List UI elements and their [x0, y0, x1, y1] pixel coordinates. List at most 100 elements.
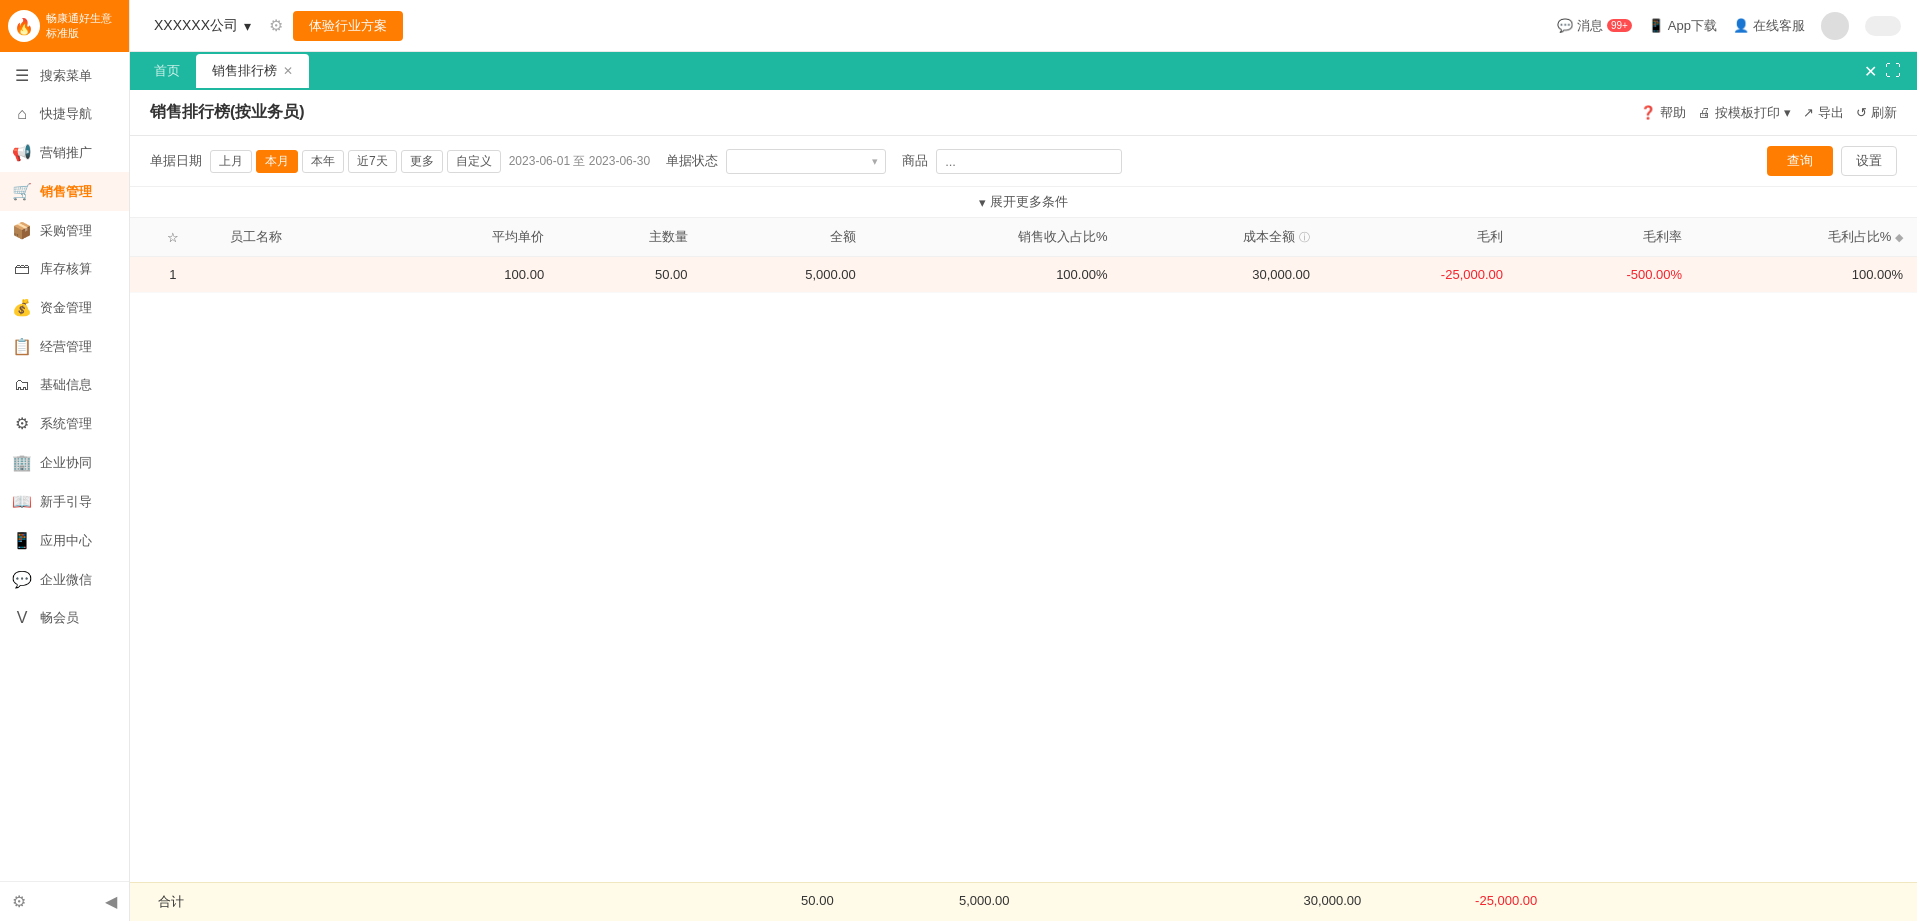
- sidebar-icon-member: V: [12, 609, 32, 627]
- sidebar-item-shortcut[interactable]: ⌂ 快捷导航: [0, 95, 129, 133]
- sidebar-label-inventory: 库存核算: [40, 260, 92, 278]
- page-header: 销售排行榜(按业务员) ❓ 帮助 🖨 按模板打印 ▾ ↗ 导出: [130, 90, 1917, 136]
- template-print-button[interactable]: 🖨 按模板打印 ▾: [1698, 104, 1791, 122]
- sidebar-item-purchase[interactable]: 📦采购管理: [0, 211, 129, 250]
- status-filter-group: 单据状态: [666, 149, 886, 174]
- sidebar-label-wechat: 企业微信: [40, 571, 92, 589]
- status-select[interactable]: [726, 149, 886, 174]
- footer-amount: 5,000.00: [959, 893, 1010, 908]
- date-btn-last_month[interactable]: 上月: [210, 150, 252, 173]
- sidebar-label-marketing: 营销推广: [40, 144, 92, 162]
- date-btn-this_year[interactable]: 本年: [302, 150, 344, 173]
- sidebar-item-member[interactable]: V畅会员: [0, 599, 129, 637]
- avatar[interactable]: [1821, 12, 1849, 40]
- cell-avg-price: 100.00: [387, 257, 558, 293]
- sidebar-item-wechat[interactable]: 💬企业微信: [0, 560, 129, 599]
- sidebar-icon-finance: 💰: [12, 298, 32, 317]
- tab-label-sales_rank: 销售排行榜: [212, 62, 277, 80]
- footer-qty: 50.00: [801, 893, 834, 908]
- window-close-icon[interactable]: ✕: [1864, 62, 1877, 81]
- message-icon: 💬: [1557, 18, 1573, 33]
- footer-qty-cell: 50.00: [672, 893, 848, 911]
- sidebar-item-search[interactable]: ☰搜索菜单: [0, 56, 129, 95]
- sidebar-item-guide[interactable]: 📖 新手引导: [0, 482, 129, 521]
- footer-profitpct-cell: [1727, 893, 1903, 911]
- online-service-button[interactable]: 👤 在线客服: [1733, 17, 1805, 35]
- settings-button[interactable]: 设置: [1841, 146, 1897, 176]
- cell-amount: 5,000.00: [702, 257, 870, 293]
- th-name: 员工名称: [216, 218, 387, 257]
- refresh-icon: ↺: [1856, 105, 1867, 120]
- topbar-right: 💬 消息 99+ 📱 App下载 👤 在线客服: [1557, 12, 1901, 40]
- sidebar-icon-system: ⚙: [12, 414, 32, 433]
- th-profit-rate: 毛利率: [1517, 218, 1696, 257]
- query-button[interactable]: 查询: [1767, 146, 1833, 176]
- date-btn-custom[interactable]: 自定义: [447, 150, 501, 173]
- sidebar-settings-icon[interactable]: ⚙: [12, 892, 26, 911]
- footer-rate-cell: [1551, 893, 1727, 911]
- expand-icon: ▾: [979, 195, 986, 210]
- footer-profit-cell: -25,000.00: [1375, 893, 1551, 911]
- footer-pct-cell: [1024, 893, 1200, 911]
- message-badge: 99+: [1607, 19, 1632, 32]
- sidebar-label-guide: 新手引导: [40, 493, 92, 511]
- sidebar-item-enterprise[interactable]: 🏢企业协同: [0, 443, 129, 482]
- sidebar-item-sales[interactable]: 🛒销售管理: [0, 172, 129, 211]
- tab-close-sales_rank[interactable]: ✕: [283, 64, 293, 78]
- footer-label-cell: 合计: [144, 893, 320, 911]
- app-download-button[interactable]: 📱 App下载: [1648, 17, 1717, 35]
- th-amount: 全额: [702, 218, 870, 257]
- print-icon: 🖨: [1698, 105, 1711, 120]
- tab-home[interactable]: 首页: [138, 54, 196, 88]
- sidebar-collapse-icon[interactable]: ◀: [105, 892, 117, 911]
- company-name: XXXXXX公司: [154, 17, 238, 35]
- sidebar-item-basicinfo[interactable]: 🗂基础信息: [0, 366, 129, 404]
- status-select-wrapper: [726, 149, 886, 174]
- tab-sales_rank[interactable]: 销售排行榜 ✕: [196, 54, 309, 88]
- date-btn-more[interactable]: 更多: [401, 150, 443, 173]
- chevron-down-icon: ▾: [244, 18, 251, 34]
- sidebar-item-finance[interactable]: 💰资金管理: [0, 288, 129, 327]
- sidebar-item-inventory[interactable]: 🗃库存核算: [0, 250, 129, 288]
- sidebar-icon-shortcut: ⌂: [12, 105, 32, 123]
- sidebar-label-apps: 应用中心: [40, 532, 92, 550]
- date-btn-last7[interactable]: 近7天: [348, 150, 397, 173]
- date-buttons: 上月本月本年近7天更多自定义: [210, 150, 501, 173]
- app-download-label: App下载: [1668, 17, 1717, 35]
- date-range: 2023-06-01 至 2023-06-30: [509, 153, 650, 170]
- goods-label: 商品: [902, 152, 928, 170]
- date-btn-this_month[interactable]: 本月: [256, 150, 298, 173]
- footer-cost-cell: 30,000.00: [1199, 893, 1375, 911]
- sidebar-icon-guide: 📖: [12, 492, 32, 511]
- sidebar-icon-sales: 🛒: [12, 182, 32, 201]
- window-expand-icon[interactable]: ⛶: [1885, 62, 1901, 81]
- company-selector[interactable]: XXXXXX公司 ▾: [146, 13, 259, 39]
- sidebar-label-operations: 经营管理: [40, 338, 92, 356]
- content: 销售排行榜(按业务员) ❓ 帮助 🖨 按模板打印 ▾ ↗ 导出: [130, 90, 1917, 921]
- refresh-button[interactable]: ↺ 刷新: [1856, 104, 1897, 122]
- sidebar-item-system[interactable]: ⚙系统管理: [0, 404, 129, 443]
- goods-input[interactable]: [936, 149, 1122, 174]
- sidebar-menu: ☰搜索菜单 ⌂ 快捷导航 📢营销推广🛒销售管理📦采购管理🗃库存核算💰资金管理📋经营管理…: [0, 52, 129, 881]
- trial-button[interactable]: 体验行业方案: [293, 11, 403, 41]
- footer-label: 合计: [158, 894, 184, 909]
- sidebar-item-operations[interactable]: 📋经营管理: [0, 327, 129, 366]
- help-button[interactable]: ❓ 帮助: [1640, 104, 1686, 122]
- tab-label-home: 首页: [154, 62, 180, 80]
- sidebar-item-marketing[interactable]: 📢营销推广: [0, 133, 129, 172]
- message-button[interactable]: 💬 消息 99+: [1557, 17, 1632, 35]
- th-qty: 主数量: [558, 218, 701, 257]
- cell-sales-pct: 100.00%: [870, 257, 1122, 293]
- cell-profit-rate: -500.00%: [1517, 257, 1696, 293]
- th-cost: 成本全额 ⓘ: [1121, 218, 1324, 257]
- sidebar-item-apps[interactable]: 📱应用中心: [0, 521, 129, 560]
- sidebar-label-shortcut: 快捷导航: [40, 105, 92, 123]
- expand-bar[interactable]: ▾ 展开更多条件: [130, 187, 1917, 218]
- message-label: 消息: [1577, 17, 1603, 35]
- cell-qty: 50.00: [558, 257, 701, 293]
- sidebar-icon-search: ☰: [12, 66, 32, 85]
- settings-icon[interactable]: ⚙: [269, 16, 283, 35]
- sidebar-label-enterprise: 企业协同: [40, 454, 92, 472]
- user-name-area: [1865, 16, 1901, 36]
- export-button[interactable]: ↗ 导出: [1803, 104, 1844, 122]
